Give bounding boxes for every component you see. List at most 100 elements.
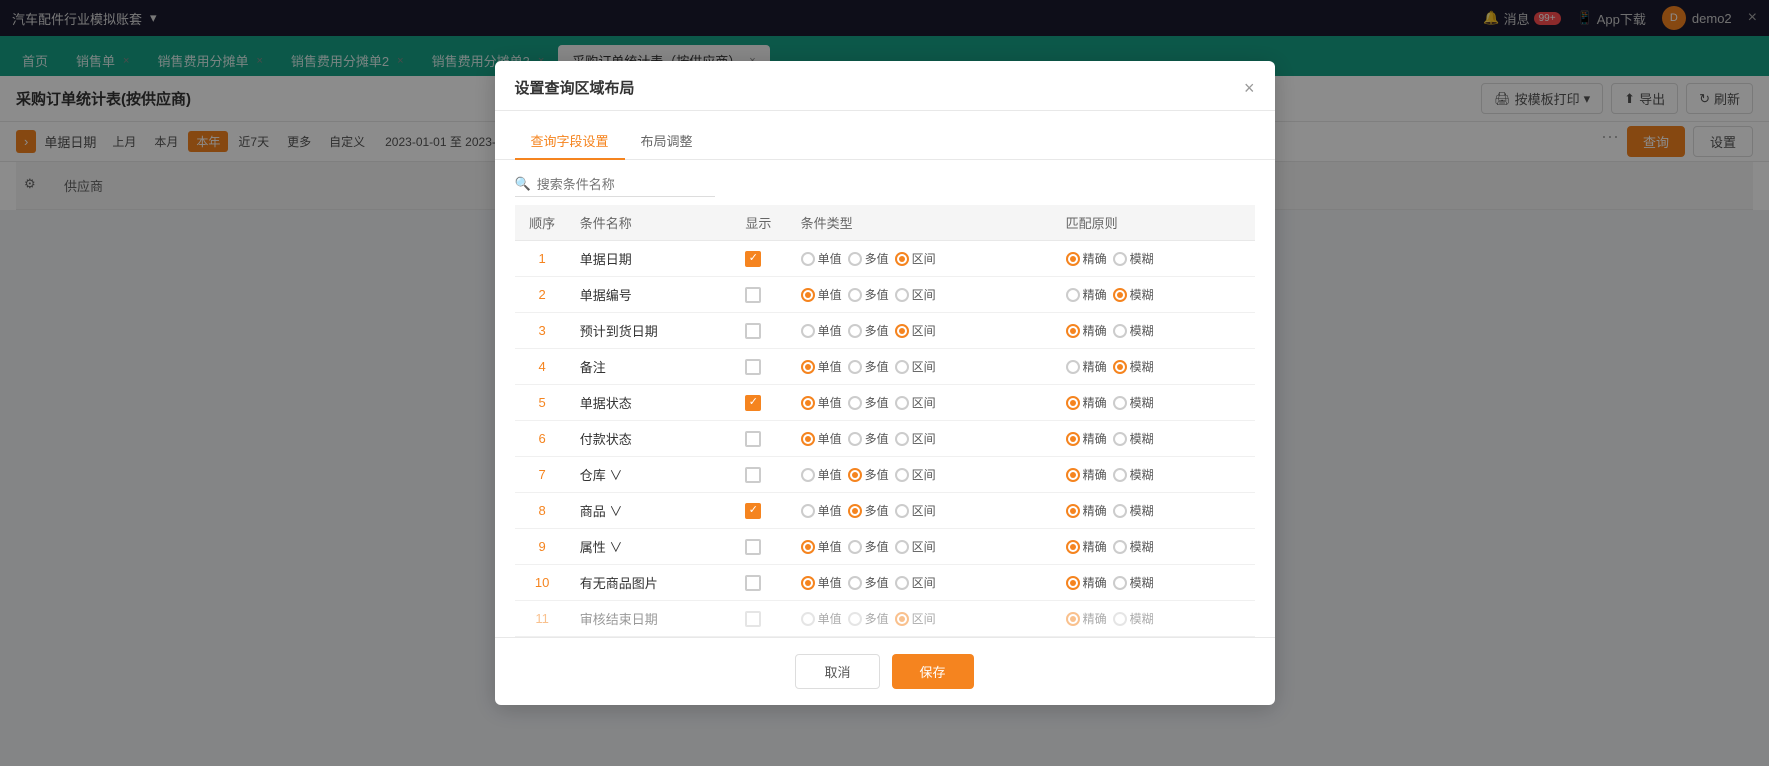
match-radio-模糊[interactable]: 模糊 xyxy=(1113,502,1154,519)
match-radio-精确[interactable]: 精确 xyxy=(1066,466,1107,483)
match-radio-精确[interactable]: 精确 xyxy=(1066,394,1107,411)
radio-circle xyxy=(801,288,815,302)
type-radio-区间[interactable]: 区间 xyxy=(895,430,936,447)
modal-close-button[interactable]: × xyxy=(1244,79,1255,97)
type-radio-多值[interactable]: 多值 xyxy=(848,394,889,411)
row-type: 单值多值区间 xyxy=(791,385,1056,421)
row-display[interactable] xyxy=(735,349,790,385)
row-match: 精确模糊 xyxy=(1056,493,1255,529)
type-radio-多值[interactable]: 多值 xyxy=(848,538,889,555)
match-radio-模糊[interactable]: 模糊 xyxy=(1113,430,1154,447)
match-radio-精确[interactable]: 精确 xyxy=(1066,610,1107,627)
display-checkbox[interactable] xyxy=(745,503,761,519)
search-input[interactable] xyxy=(537,177,697,192)
type-radio-单值[interactable]: 单值 xyxy=(801,322,842,339)
row-display[interactable] xyxy=(735,313,790,349)
type-radio-区间[interactable]: 区间 xyxy=(895,538,936,555)
tab-query-fields[interactable]: 查询字段设置 xyxy=(515,123,625,160)
row-display[interactable] xyxy=(735,565,790,601)
display-checkbox[interactable] xyxy=(745,539,761,555)
display-checkbox[interactable] xyxy=(745,395,761,411)
match-radio-精确[interactable]: 精确 xyxy=(1066,250,1107,267)
type-radio-区间[interactable]: 区间 xyxy=(895,394,936,411)
match-radio-精确[interactable]: 精确 xyxy=(1066,286,1107,303)
type-radio-单值[interactable]: 单值 xyxy=(801,286,842,303)
display-checkbox[interactable] xyxy=(745,467,761,483)
row-display[interactable] xyxy=(735,385,790,421)
row-display[interactable] xyxy=(735,241,790,277)
type-radio-多值[interactable]: 多值 xyxy=(848,610,889,627)
radio-label: 区间 xyxy=(912,502,936,519)
match-radio-精确[interactable]: 精确 xyxy=(1066,430,1107,447)
type-radio-区间[interactable]: 区间 xyxy=(895,574,936,591)
row-display[interactable] xyxy=(735,493,790,529)
match-radio-模糊[interactable]: 模糊 xyxy=(1113,538,1154,555)
row-display[interactable] xyxy=(735,421,790,457)
display-checkbox[interactable] xyxy=(745,431,761,447)
type-radio-单值[interactable]: 单值 xyxy=(801,538,842,555)
match-radio-模糊[interactable]: 模糊 xyxy=(1113,250,1154,267)
display-checkbox[interactable] xyxy=(745,251,761,267)
type-radio-多值[interactable]: 多值 xyxy=(848,466,889,483)
display-checkbox[interactable] xyxy=(745,575,761,591)
type-radio-多值[interactable]: 多值 xyxy=(848,250,889,267)
row-name: 付款状态 xyxy=(570,421,736,457)
type-radio-多值[interactable]: 多值 xyxy=(848,574,889,591)
row-display[interactable] xyxy=(735,277,790,313)
display-checkbox[interactable] xyxy=(745,359,761,375)
match-radio-模糊[interactable]: 模糊 xyxy=(1113,394,1154,411)
radio-label: 区间 xyxy=(912,358,936,375)
match-radio-模糊[interactable]: 模糊 xyxy=(1113,574,1154,591)
type-radio-单值[interactable]: 单值 xyxy=(801,502,842,519)
type-radio-区间[interactable]: 区间 xyxy=(895,502,936,519)
type-radio-单值[interactable]: 单值 xyxy=(801,250,842,267)
row-match: 精确模糊 xyxy=(1056,529,1255,565)
match-radio-模糊[interactable]: 模糊 xyxy=(1113,286,1154,303)
type-radio-单值[interactable]: 单值 xyxy=(801,394,842,411)
radio-label: 多值 xyxy=(865,358,889,375)
row-display[interactable] xyxy=(735,529,790,565)
match-radio-模糊[interactable]: 模糊 xyxy=(1113,322,1154,339)
save-button[interactable]: 保存 xyxy=(892,654,974,689)
match-radio-精确[interactable]: 精确 xyxy=(1066,574,1107,591)
match-radio-模糊[interactable]: 模糊 xyxy=(1113,466,1154,483)
radio-label: 单值 xyxy=(818,610,842,627)
type-radio-多值[interactable]: 多值 xyxy=(848,322,889,339)
display-checkbox[interactable] xyxy=(745,611,761,627)
display-checkbox[interactable] xyxy=(745,323,761,339)
match-radio-精确[interactable]: 精确 xyxy=(1066,538,1107,555)
match-radio-精确[interactable]: 精确 xyxy=(1066,358,1107,375)
cancel-button[interactable]: 取消 xyxy=(795,654,879,689)
radio-circle xyxy=(1113,324,1127,338)
radio-label: 单值 xyxy=(818,466,842,483)
type-radio-多值[interactable]: 多值 xyxy=(848,502,889,519)
type-radio-单值[interactable]: 单值 xyxy=(801,430,842,447)
type-radio-区间[interactable]: 区间 xyxy=(895,286,936,303)
type-radio-单值[interactable]: 单值 xyxy=(801,466,842,483)
type-radio-多值[interactable]: 多值 xyxy=(848,358,889,375)
radio-circle xyxy=(1113,360,1127,374)
row-display[interactable] xyxy=(735,457,790,493)
row-display[interactable] xyxy=(735,601,790,637)
type-radio-区间[interactable]: 区间 xyxy=(895,358,936,375)
type-radio-多值[interactable]: 多值 xyxy=(848,430,889,447)
type-radio-区间[interactable]: 区间 xyxy=(895,322,936,339)
type-radio-单值[interactable]: 单值 xyxy=(801,358,842,375)
table-row: 4备注单值多值区间精确模糊 xyxy=(515,349,1255,385)
row-type: 单值多值区间 xyxy=(791,241,1056,277)
type-radio-区间[interactable]: 区间 xyxy=(895,250,936,267)
match-radio-精确[interactable]: 精确 xyxy=(1066,502,1107,519)
match-radio-模糊[interactable]: 模糊 xyxy=(1113,358,1154,375)
type-radio-单值[interactable]: 单值 xyxy=(801,610,842,627)
type-radio-单值[interactable]: 单值 xyxy=(801,574,842,591)
display-checkbox[interactable] xyxy=(745,287,761,303)
row-order: 8 xyxy=(515,493,570,529)
type-radio-区间[interactable]: 区间 xyxy=(895,610,936,627)
type-radio-多值[interactable]: 多值 xyxy=(848,286,889,303)
type-radio-区间[interactable]: 区间 xyxy=(895,466,936,483)
tab-layout-adjust[interactable]: 布局调整 xyxy=(625,123,709,160)
radio-circle xyxy=(801,540,815,554)
radio-label: 多值 xyxy=(865,574,889,591)
match-radio-精确[interactable]: 精确 xyxy=(1066,322,1107,339)
match-radio-模糊[interactable]: 模糊 xyxy=(1113,610,1154,627)
